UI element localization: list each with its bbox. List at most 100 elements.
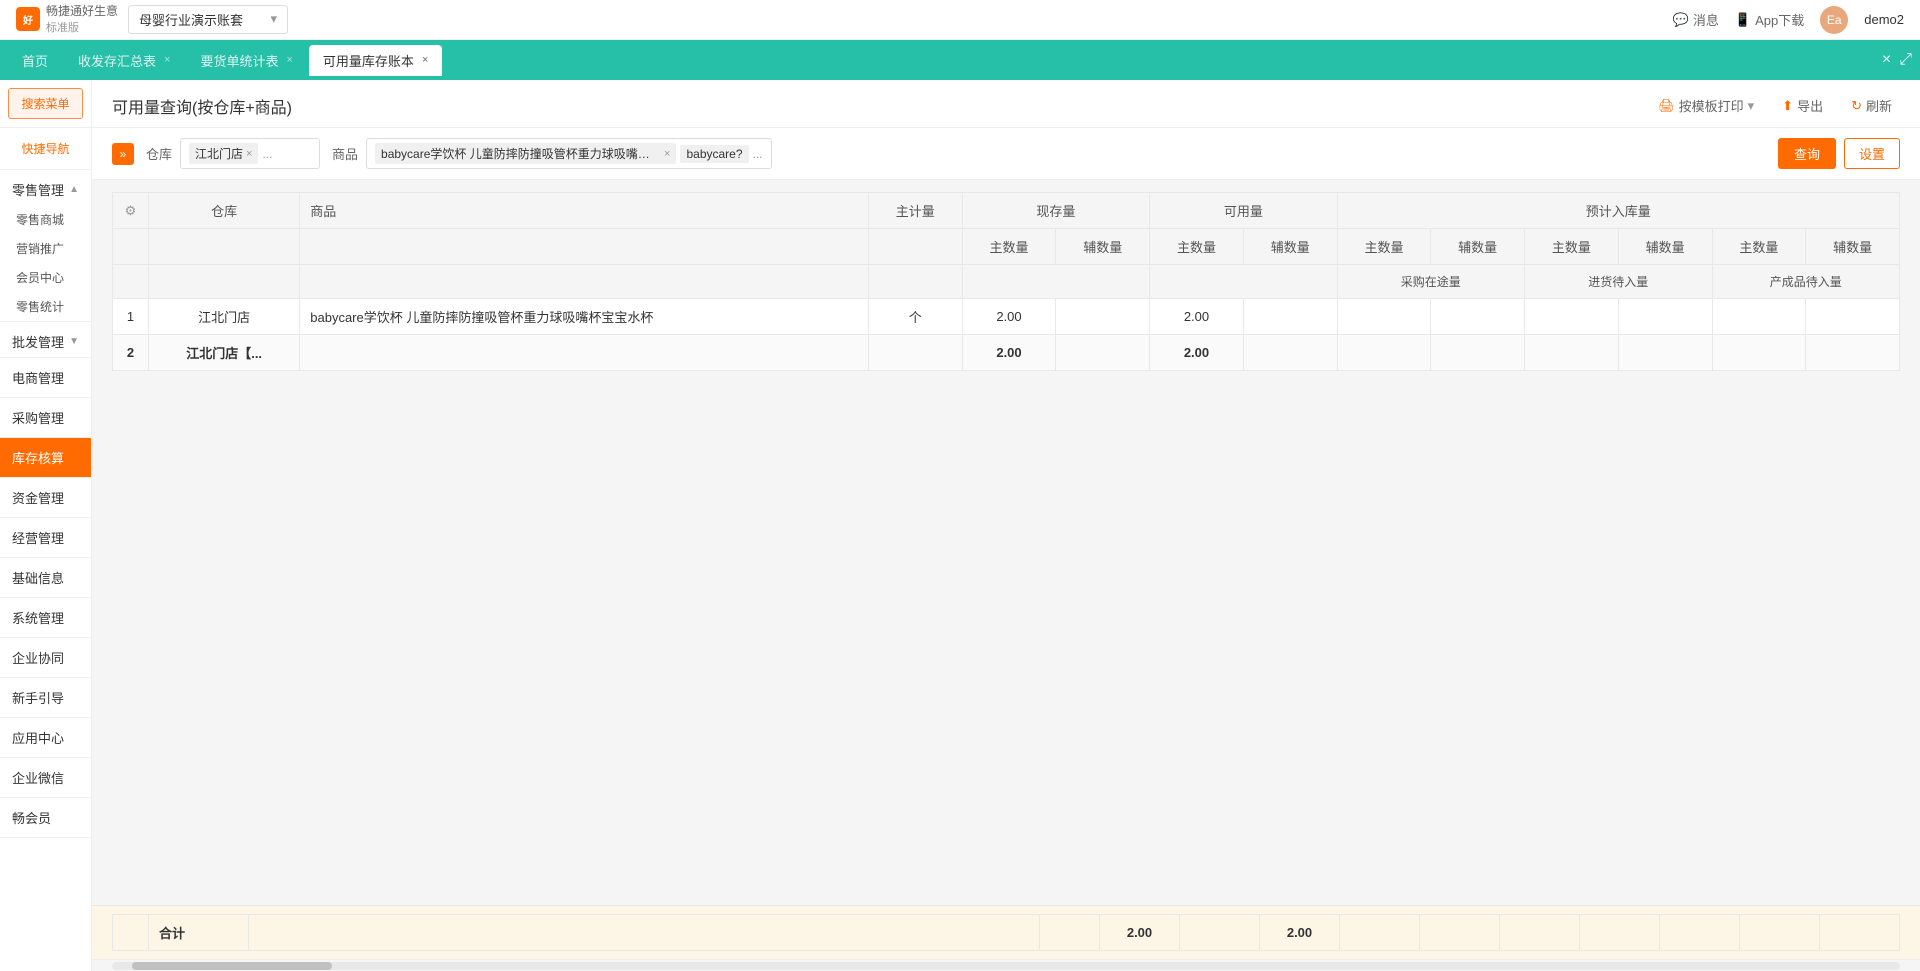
company-selector[interactable]: 母婴行业演示账套 ▾ xyxy=(128,5,288,34)
tab-close-order-stat[interactable]: × xyxy=(286,54,292,66)
tab-fullscreen-btn[interactable]: ⤢ xyxy=(1899,51,1912,69)
summary-avail-main: 2.00 xyxy=(1260,915,1340,951)
warehouse-label: 仓库 xyxy=(146,144,172,163)
sidebar: 搜索菜单 快捷导航 零售管理 ▲ 零售商城 营销推广 会员中心 零售统计 批发管… xyxy=(0,80,92,971)
sidebar-item-operation[interactable]: 经营管理 xyxy=(0,518,91,558)
summary-prod-main xyxy=(1740,915,1820,951)
sidebar-item-vip[interactable]: 畅会员 xyxy=(0,798,91,838)
sidebar-section-retail: 零售管理 ▲ 零售商城 营销推广 会员中心 零售统计 xyxy=(0,170,91,322)
th-stock-main: 主数量 xyxy=(962,229,1056,265)
summary-purchase-main xyxy=(1420,915,1500,951)
query-btn[interactable]: 查询 xyxy=(1778,138,1836,169)
table-row: 1 江北门店 babycare学饮杯 儿童防摔防撞吸管杯重力球吸嘴杯宝宝水杯 个… xyxy=(113,299,1900,335)
th-purchase-aux: 辅数量 xyxy=(1431,229,1525,265)
td-incoming-main-0 xyxy=(1525,299,1619,335)
logo-sub: 标准版 xyxy=(46,19,118,35)
product-tag-close-0[interactable]: × xyxy=(664,148,670,160)
warehouse-input[interactable]: 江北门店 × ... xyxy=(180,138,320,169)
message-btn[interactable]: 💬 消息 xyxy=(1673,10,1719,29)
th-unit: 主计量 xyxy=(868,193,962,229)
header-actions: 🖨 按模板打印 ▾ ⬆ 导出 ↻ 刷新 xyxy=(1650,92,1900,119)
scroll-thumb[interactable] xyxy=(132,962,332,970)
sidebar-item-app-center[interactable]: 应用中心 xyxy=(0,718,91,758)
td-stock-aux-0 xyxy=(1056,299,1150,335)
th-sub-stock xyxy=(962,265,1149,299)
logo-text: 畅捷通好生意 xyxy=(46,4,118,18)
filter-bar: » 仓库 江北门店 × ... 商品 babycare学饮杯 儿童防摔防撞吸管杯… xyxy=(92,128,1920,180)
page-title: 可用量查询(按仓库+商品) xyxy=(112,94,292,118)
td-purchase-aux-1 xyxy=(1431,335,1525,371)
tab-close-available-stock[interactable]: × xyxy=(422,54,428,66)
sidebar-item-wechat[interactable]: 企业微信 xyxy=(0,758,91,798)
user-avatar[interactable]: Ea xyxy=(1820,6,1848,34)
export-icon: ⬆ xyxy=(1782,98,1793,114)
product-input[interactable]: babycare学饮杯 儿童防摔防撞吸管杯重力球吸嘴杯宝宝水杯 × babyca… xyxy=(366,138,772,169)
th-available-group: 可用量 xyxy=(1150,193,1337,229)
tab-available-stock[interactable]: 可用量库存账本 × xyxy=(309,45,442,76)
refresh-btn[interactable]: ↻ 刷新 xyxy=(1843,92,1900,119)
tab-window-close-btn[interactable]: × xyxy=(1882,51,1891,69)
settings-btn[interactable]: 设置 xyxy=(1844,138,1900,169)
th-sub-avail xyxy=(1150,265,1337,299)
sidebar-search-btn[interactable]: 搜索菜单 xyxy=(8,88,83,119)
tab-receive[interactable]: 收发存汇总表 × xyxy=(64,45,184,76)
sidebar-item-retail-stat[interactable]: 零售统计 xyxy=(0,292,91,321)
sidebar-section-wholesale-header[interactable]: 批发管理 ▼ xyxy=(0,322,91,357)
logo-area: 好 畅捷通好生意 标准版 xyxy=(16,4,118,34)
sidebar-item-system[interactable]: 系统管理 xyxy=(0,598,91,638)
summary-prod-aux xyxy=(1820,915,1900,951)
download-icon: 📱 xyxy=(1735,12,1751,28)
td-avail-aux-0 xyxy=(1243,299,1337,335)
tab-order-stat[interactable]: 要货单统计表 × xyxy=(186,45,306,76)
td-avail-main-1: 2.00 xyxy=(1150,335,1244,371)
quick-nav-link[interactable]: 快捷导航 xyxy=(8,136,83,161)
th-prod-aux: 辅数量 xyxy=(1806,229,1900,265)
app-download-btn[interactable]: 📱 App下载 xyxy=(1735,10,1804,29)
warehouse-tag-close-0[interactable]: × xyxy=(246,148,252,160)
td-prod-main-0 xyxy=(1712,299,1806,335)
print-btn[interactable]: 🖨 按模板打印 ▾ xyxy=(1650,92,1762,119)
td-stock-aux-1 xyxy=(1056,335,1150,371)
content-header: 可用量查询(按仓库+商品) 🖨 按模板打印 ▾ ⬆ 导出 ↻ 刷新 xyxy=(92,80,1920,128)
th-incoming-aux: 辅数量 xyxy=(1618,229,1712,265)
summary-label: 合计 xyxy=(149,915,249,951)
th-prod-main: 主数量 xyxy=(1712,229,1806,265)
td-incoming-aux-0 xyxy=(1618,299,1712,335)
th-sub-incoming: 进货待入量 xyxy=(1525,265,1712,299)
sidebar-search: 搜索菜单 xyxy=(0,80,91,128)
th-warehouse: 仓库 xyxy=(149,193,300,229)
table-row: 2 江北门店【... 2.00 2.00 xyxy=(113,335,1900,371)
tab-home[interactable]: 首页 xyxy=(8,45,62,76)
gear-icon[interactable]: ⚙ xyxy=(125,203,137,218)
export-btn[interactable]: ⬆ 导出 xyxy=(1774,92,1831,119)
td-stock-main-1: 2.00 xyxy=(962,335,1056,371)
summary-purchase-aux xyxy=(1500,915,1580,951)
print-icon: 🖨 xyxy=(1658,98,1675,114)
tab-close-receive[interactable]: × xyxy=(164,54,170,66)
th-empty-unit xyxy=(868,229,962,265)
sidebar-item-basic[interactable]: 基础信息 xyxy=(0,558,91,598)
chevron-down-icon: ▾ xyxy=(270,11,277,27)
product-tag-1: babycare? xyxy=(680,145,748,163)
message-icon: 💬 xyxy=(1673,12,1689,28)
sidebar-item-ecommerce[interactable]: 电商管理 xyxy=(0,358,91,398)
sidebar-item-inventory[interactable]: 库存核算 xyxy=(0,438,91,478)
sidebar-item-enterprise[interactable]: 企业协同 xyxy=(0,638,91,678)
th-purchase-main: 主数量 xyxy=(1337,229,1431,265)
td-warehouse-1: 江北门店【... xyxy=(149,335,300,371)
sidebar-item-newbie[interactable]: 新手引导 xyxy=(0,678,91,718)
sidebar-item-member[interactable]: 会员中心 xyxy=(0,263,91,292)
th-incoming-main: 主数量 xyxy=(1525,229,1619,265)
sidebar-item-marketing[interactable]: 营销推广 xyxy=(0,234,91,263)
filter-expand-btn[interactable]: » xyxy=(112,143,134,165)
top-bar-right: 💬 消息 📱 App下载 Ea demo2 xyxy=(1673,6,1904,34)
sidebar-section-retail-header[interactable]: 零售管理 ▲ xyxy=(0,170,91,205)
sidebar-item-retail-mall[interactable]: 零售商城 xyxy=(0,205,91,234)
th-planned-group: 预计入库量 xyxy=(1337,193,1899,229)
td-purchase-main-1 xyxy=(1337,335,1431,371)
sidebar-item-finance[interactable]: 资金管理 xyxy=(0,478,91,518)
td-stock-main-0: 2.00 xyxy=(962,299,1056,335)
scroll-track xyxy=(112,962,1900,970)
summary-table: 合计 2.00 2.00 xyxy=(112,914,1900,951)
sidebar-item-purchase[interactable]: 采购管理 xyxy=(0,398,91,438)
